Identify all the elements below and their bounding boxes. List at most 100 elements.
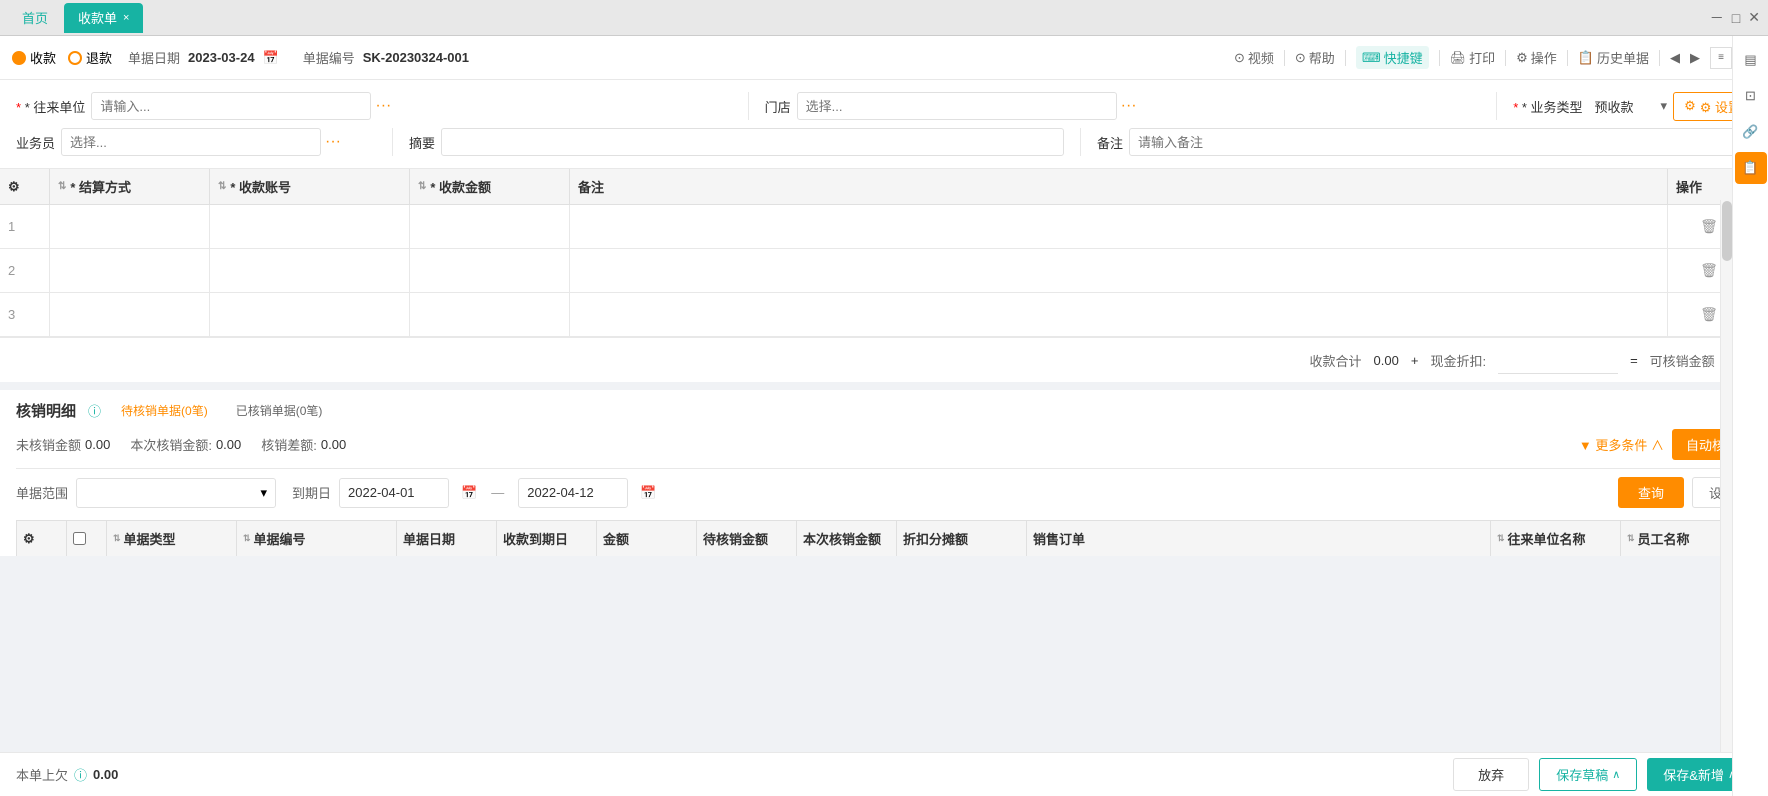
- btcol-due-date-label: 收款到期日: [503, 529, 568, 548]
- row-1-settlement[interactable]: [50, 205, 210, 248]
- nav-right-icon[interactable]: ▶: [1690, 50, 1700, 66]
- history-label: 历史单据: [1597, 48, 1649, 67]
- more-filter-btn[interactable]: ▼ 更多条件 ∧: [1579, 435, 1664, 454]
- row-3-remark[interactable]: [570, 293, 1668, 336]
- layout-list-icon[interactable]: ≡: [1710, 47, 1732, 69]
- shortcut-btn[interactable]: ⌨ 快捷键: [1356, 46, 1429, 69]
- due-date-field: 到期日 📅 — 📅: [292, 478, 656, 508]
- salesperson-more-btn[interactable]: ···: [325, 133, 341, 151]
- sidebar-icon-3[interactable]: 🔗: [1735, 116, 1767, 148]
- scroll-thumb[interactable]: [1722, 201, 1732, 261]
- store-more-btn[interactable]: ···: [1121, 97, 1137, 115]
- calc-row: 收款合计 0.00 + 现金折扣: = 可核销金额 0.00: [0, 337, 1768, 382]
- row-2-account[interactable]: [210, 249, 410, 292]
- bottom-label: 本单上欠: [16, 765, 68, 784]
- abandon-button[interactable]: 放弃: [1453, 758, 1529, 791]
- btsort1: ⇅: [113, 533, 121, 544]
- video-btn[interactable]: ⊙ 视频: [1234, 48, 1274, 67]
- counterpart-label: * * 往来单位: [16, 97, 91, 116]
- writeoff-title-row: 核销明细 ⓘ 待核销单据(0笔) 已核销单据(0笔): [16, 400, 1752, 421]
- row-3-delete-icon[interactable]: 🗑: [1700, 306, 1718, 323]
- tab-done[interactable]: 已核销单据(0笔): [228, 400, 331, 421]
- close-icon[interactable]: ✕: [1748, 9, 1760, 26]
- row-1-delete-icon[interactable]: 🗑: [1700, 218, 1718, 235]
- store-input[interactable]: [797, 92, 1117, 120]
- counterpart-input[interactable]: [91, 92, 371, 120]
- row-2-remark[interactable]: [570, 249, 1668, 292]
- scroll-track[interactable]: [1720, 200, 1732, 752]
- radio-refund[interactable]: 退款: [68, 48, 112, 67]
- remark-label: 备注: [1097, 133, 1123, 152]
- radio-receipt-dot: [12, 51, 26, 65]
- tab-receipt[interactable]: 收款单 ×: [64, 3, 143, 33]
- save-draft-arrow: ∧: [1612, 768, 1620, 781]
- maximize-icon[interactable]: □: [1732, 10, 1740, 26]
- select-all-checkbox[interactable]: [73, 532, 86, 545]
- remark-input[interactable]: [1129, 128, 1752, 156]
- discount-input[interactable]: [1498, 346, 1618, 374]
- doc-info: 单据日期 2023-03-24 📅 单据编号 SK-20230324-001: [128, 48, 469, 67]
- col-settings-header[interactable]: ⚙: [0, 169, 50, 204]
- tab-bar: 首页 收款单 × － □ ✕: [0, 0, 1768, 36]
- due-date-label: 到期日: [292, 483, 331, 502]
- date-to-icon[interactable]: 📅: [640, 485, 656, 501]
- radio-receipt[interactable]: 收款: [12, 48, 56, 67]
- sidebar-icon-1[interactable]: ▤: [1735, 44, 1767, 76]
- row-1-account[interactable]: [210, 205, 410, 248]
- btcol-checkbox[interactable]: [67, 521, 107, 556]
- summary-input[interactable]: [441, 128, 1064, 156]
- bottom-info-icon[interactable]: ⓘ: [74, 765, 87, 784]
- plus-sign: +: [1411, 353, 1419, 368]
- help-btn[interactable]: ⊙ 帮助: [1295, 48, 1335, 67]
- total-value: 0.00: [1374, 353, 1399, 368]
- calendar-icon[interactable]: 📅: [263, 50, 279, 66]
- row-2-delete-icon[interactable]: 🗑: [1700, 262, 1718, 279]
- btcol-settings-icon: ⚙: [23, 531, 35, 547]
- tab-close-icon[interactable]: ×: [123, 12, 129, 24]
- tab-pending[interactable]: 待核销单据(0笔): [113, 400, 216, 421]
- counterpart-more-btn[interactable]: ···: [375, 97, 391, 115]
- counterpart-field: * * 往来单位 ···: [16, 92, 732, 120]
- remark-field: 备注: [1097, 128, 1752, 156]
- btcol-doc-no: ⇅ 单据编号: [237, 521, 397, 556]
- bottom-bar: 本单上欠 ⓘ 0.00 放弃 保存草稿 ∧ 保存&新增 ∧: [0, 752, 1768, 796]
- btcol-settings[interactable]: ⚙: [17, 521, 67, 556]
- row-1-remark[interactable]: [570, 205, 1668, 248]
- sidebar-icon-4[interactable]: 📋: [1735, 152, 1767, 184]
- tab-home[interactable]: 首页: [8, 3, 62, 33]
- row-3-account[interactable]: [210, 293, 410, 336]
- business-type-arrow[interactable]: ▾: [1661, 98, 1668, 114]
- writeoff-title: 核销明细: [16, 400, 76, 421]
- minimize-icon[interactable]: －: [1710, 8, 1724, 28]
- nav-left-icon[interactable]: ◀: [1670, 50, 1680, 66]
- required-star2: *: [1513, 100, 1518, 115]
- history-btn[interactable]: 📋 历史单据: [1578, 48, 1649, 67]
- current-writeoff-stat: 本次核销金额: 0.00: [130, 435, 241, 454]
- operation-label: 操作: [1531, 48, 1557, 67]
- row-2-amount[interactable]: [410, 249, 570, 292]
- writeoff-info-icon[interactable]: ⓘ: [88, 401, 101, 420]
- range-select[interactable]: ▾: [76, 478, 276, 508]
- row-3-amount[interactable]: [410, 293, 570, 336]
- btcol-doc-type-label: 单据类型: [124, 529, 176, 548]
- save-draft-button[interactable]: 保存草稿 ∧: [1539, 758, 1637, 791]
- current-value: 0.00: [216, 437, 241, 452]
- bottom-info: 本单上欠 ⓘ 0.00: [16, 765, 118, 784]
- print-btn[interactable]: 🖨 打印: [1450, 48, 1496, 67]
- operation-icon: ⚙: [1516, 50, 1528, 66]
- operation-btn[interactable]: ⚙ 操作: [1516, 48, 1557, 67]
- salesperson-input[interactable]: [61, 128, 321, 156]
- date-from-input[interactable]: [339, 478, 449, 508]
- row-1-num: 1: [0, 205, 50, 248]
- divider2: [1345, 50, 1346, 66]
- btcol-amount: 金额: [597, 521, 697, 556]
- sidebar-icon-2[interactable]: ⊡: [1735, 80, 1767, 112]
- sidebar-icon-4-glyph: 📋: [1742, 160, 1758, 176]
- query-button[interactable]: 查询: [1618, 477, 1684, 508]
- row-1-amount[interactable]: [410, 205, 570, 248]
- row-2-settlement[interactable]: [50, 249, 210, 292]
- date-from-icon[interactable]: 📅: [461, 485, 477, 501]
- date-to-input[interactable]: [518, 478, 628, 508]
- row-3-settlement[interactable]: [50, 293, 210, 336]
- summary-field: 摘要: [409, 128, 1064, 156]
